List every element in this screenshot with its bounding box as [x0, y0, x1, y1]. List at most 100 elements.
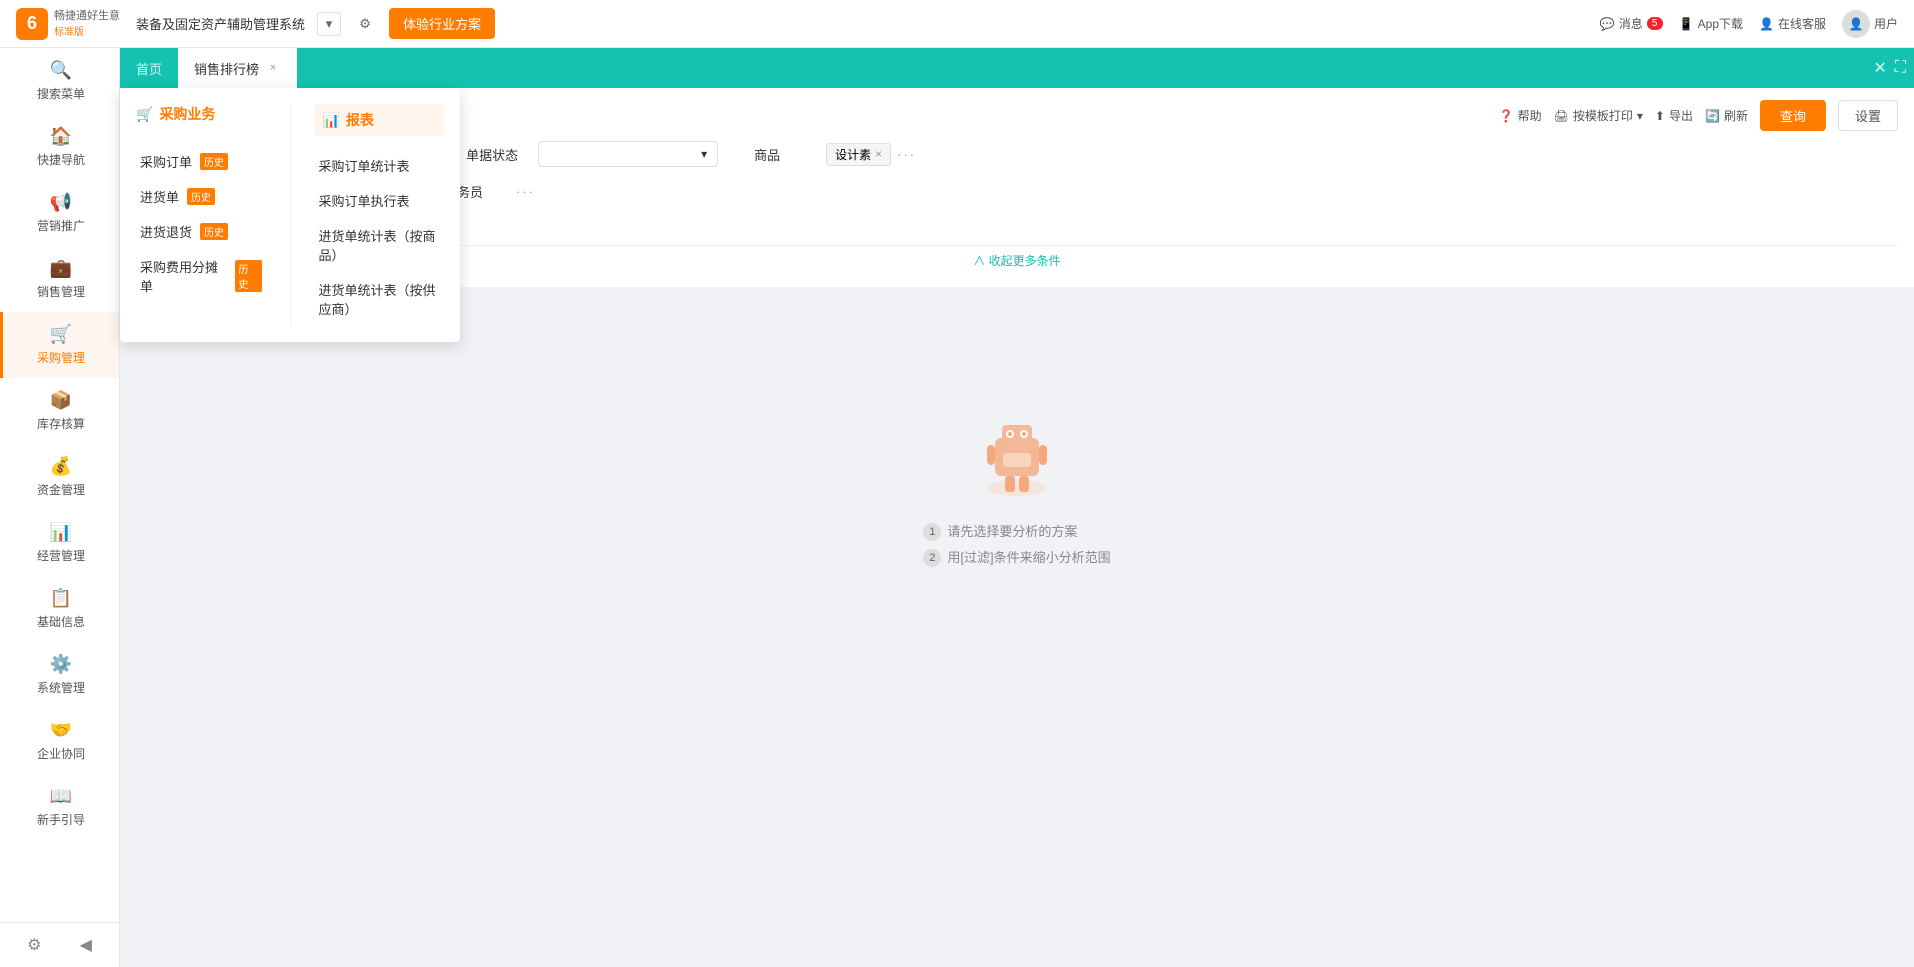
export-button[interactable]: ⬆ 导出 [1655, 107, 1693, 124]
collapse-label: 收起更多条件 [989, 254, 1061, 268]
sidebar-item-label-finance: 资金管理 [37, 481, 85, 498]
tip-text-1: 请先选择要分析的方案 [947, 519, 1077, 545]
dropdown-item-purchase-order-stat[interactable]: 采购订单统计表 [315, 148, 445, 183]
tip-num-2: 2 [923, 549, 941, 567]
help-button[interactable]: ❓ 帮助 [1499, 107, 1542, 124]
sales-icon: 💼 [50, 258, 72, 279]
report-label: 报表 [346, 110, 374, 130]
tip-text-2: 用[过滤]条件来缩小分析范围 [947, 545, 1110, 571]
sidebar-item-label-quick: 快捷导航 [37, 151, 85, 168]
home-icon: 🏠 [50, 126, 72, 147]
user-label: 用户 [1874, 15, 1898, 32]
industry-button[interactable]: 体验行业方案 [389, 8, 495, 39]
sidebar-item-quick[interactable]: 🏠 快捷导航 [0, 114, 119, 180]
dropdown-item-purchase-expense[interactable]: 采购费用分摊单 历史 [136, 249, 266, 303]
sidebar-item-search[interactable]: 🔍 搜索菜单 [0, 48, 119, 114]
service-icon: 👤 [1759, 17, 1774, 31]
purchase-business-icon: 🛒 [136, 106, 153, 123]
goods-tag: 设计素 × [826, 143, 891, 166]
marketing-icon: 📢 [50, 192, 72, 213]
dropdown-item-stock-in[interactable]: 进货单 历史 [136, 179, 266, 214]
print-dropdown-icon: ▾ [1637, 109, 1643, 123]
tab-home[interactable]: 首页 [120, 48, 178, 88]
logo-text: 畅捷通好生意 [54, 9, 120, 23]
tab-sales-rank[interactable]: 销售排行榜 × [178, 48, 297, 88]
purchase-order-exec-label: 采购订单执行表 [319, 191, 410, 210]
hist-badge-1: 历史 [200, 153, 228, 170]
empty-tips: 1 请先选择要分析的方案 2 用[过滤]条件来缩小分析范围 [923, 519, 1110, 571]
sidebar-item-system[interactable]: ⚙️ 系统管理 [0, 642, 119, 708]
sidebar-item-purchase[interactable]: 🛒 采购管理 [0, 312, 119, 378]
tab-close-button[interactable]: × [265, 60, 281, 76]
basic-icon: 📋 [50, 588, 72, 609]
sidebar-item-label-inventory: 库存核算 [37, 415, 85, 432]
message-action[interactable]: 💬 消息 5 [1600, 15, 1663, 32]
report-icon: 📊 [323, 112, 340, 129]
sidebar-item-sales[interactable]: 💼 销售管理 [0, 246, 119, 312]
message-icon: 💬 [1600, 17, 1615, 31]
report-col: 📊 报表 采购订单统计表 采购订单执行表 进货单统计表（按商品） 进货单统计表（… [315, 104, 445, 326]
settings-bottom-button[interactable]: ⚙ [23, 931, 45, 959]
online-service-action[interactable]: 👤 在线客服 [1759, 15, 1826, 32]
sidebar-item-guide[interactable]: 📖 新手引导 [0, 774, 119, 840]
bill-status-select[interactable]: ▾ [538, 141, 718, 167]
goods-label: 商品 [754, 145, 814, 164]
report-title: 📊 报表 [315, 104, 445, 136]
top-header: 6 畅捷通好生意 标准版 装备及固定资产辅助管理系统 ▾ ⚙ 体验行业方案 💬 … [0, 0, 1914, 48]
logo-icon: 6 [16, 8, 48, 40]
dropdown-divider [290, 104, 291, 326]
salesman-field: ··· [516, 184, 535, 199]
sidebar-item-label-guide: 新手引导 [37, 811, 85, 828]
goods-more-dots[interactable]: ··· [897, 147, 916, 162]
purchase-icon: 🛒 [50, 324, 72, 345]
tab-maximize-icon[interactable]: ⛶ [1895, 59, 1906, 77]
app-download-action[interactable]: 📱 App下载 [1679, 15, 1743, 32]
cooperation-icon: 🤝 [50, 720, 72, 741]
export-icon: ⬆ [1655, 109, 1665, 123]
purchase-expense-label: 采购费用分摊单 [140, 257, 227, 295]
sidebar-item-finance[interactable]: 💰 资金管理 [0, 444, 119, 510]
sidebar-item-basic[interactable]: 📋 基础信息 [0, 576, 119, 642]
collapse-sidebar-button[interactable]: ◀ [76, 931, 96, 959]
sidebar-item-marketing[interactable]: 📢 营销推广 [0, 180, 119, 246]
sidebar-item-operations[interactable]: 📊 经营管理 [0, 510, 119, 576]
salesman-more-dots[interactable]: ··· [516, 184, 535, 199]
search-icon: 🔍 [50, 60, 72, 81]
dropdown-item-stock-stat-supplier[interactable]: 进货单统计表（按供应商） [315, 272, 445, 326]
help-icon: ❓ [1499, 109, 1514, 123]
system-title: 装备及固定资产辅助管理系统 [136, 14, 305, 33]
empty-state: 1 请先选择要分析的方案 2 用[过滤]条件来缩小分析范围 [120, 287, 1914, 687]
dropdown-item-purchase-order-exec[interactable]: 采购订单执行表 [315, 183, 445, 218]
bill-status-dropdown-icon: ▾ [701, 147, 707, 161]
stock-return-label: 进货退货 [140, 222, 192, 241]
hist-badge-2: 历史 [187, 188, 215, 205]
stock-stat-supplier-label: 进货单统计表（按供应商） [319, 280, 441, 318]
help-label: 帮助 [1518, 107, 1542, 124]
dropdown-item-purchase-order[interactable]: 采购订单 历史 [136, 144, 266, 179]
sidebar-item-inventory[interactable]: 📦 库存核算 [0, 378, 119, 444]
export-label: 导出 [1669, 107, 1693, 124]
stock-in-label: 进货单 [140, 187, 179, 206]
system-dropdown-button[interactable]: ▾ [317, 12, 341, 36]
user-action[interactable]: 👤 用户 [1842, 10, 1898, 38]
goods-field: 设计素 × ··· [826, 143, 916, 166]
settings-button[interactable]: 设置 [1838, 100, 1898, 131]
dropdown-item-stock-return[interactable]: 进货退货 历史 [136, 214, 266, 249]
purchase-order-stat-label: 采购订单统计表 [319, 156, 410, 175]
query-button[interactable]: 查询 [1760, 100, 1826, 131]
sidebar-item-label-marketing: 营销推广 [37, 217, 85, 234]
print-button[interactable]: 🖨 按模板打印 ▾ [1554, 107, 1643, 124]
sidebar-item-cooperation[interactable]: 🤝 企业协同 [0, 708, 119, 774]
goods-tag-close[interactable]: × [875, 147, 882, 161]
empty-illustration [967, 403, 1067, 503]
refresh-button[interactable]: 🔄 刷新 [1705, 107, 1748, 124]
tab-close-icon[interactable]: ✕ [1873, 58, 1886, 78]
gear-button[interactable]: ⚙ [353, 12, 377, 36]
dropdown-item-stock-stat-goods[interactable]: 进货单统计表（按商品） [315, 218, 445, 272]
hist-badge-3: 历史 [200, 223, 228, 240]
hist-badge-4: 历史 [235, 260, 262, 292]
header-center: 装备及固定资产辅助管理系统 ▾ ⚙ 体验行业方案 [136, 8, 1600, 39]
tab-bar: 首页 销售排行榜 × ✕ ⛶ [120, 48, 1914, 88]
sidebar-item-label-system: 系统管理 [37, 679, 85, 696]
guide-icon: 📖 [50, 786, 72, 807]
